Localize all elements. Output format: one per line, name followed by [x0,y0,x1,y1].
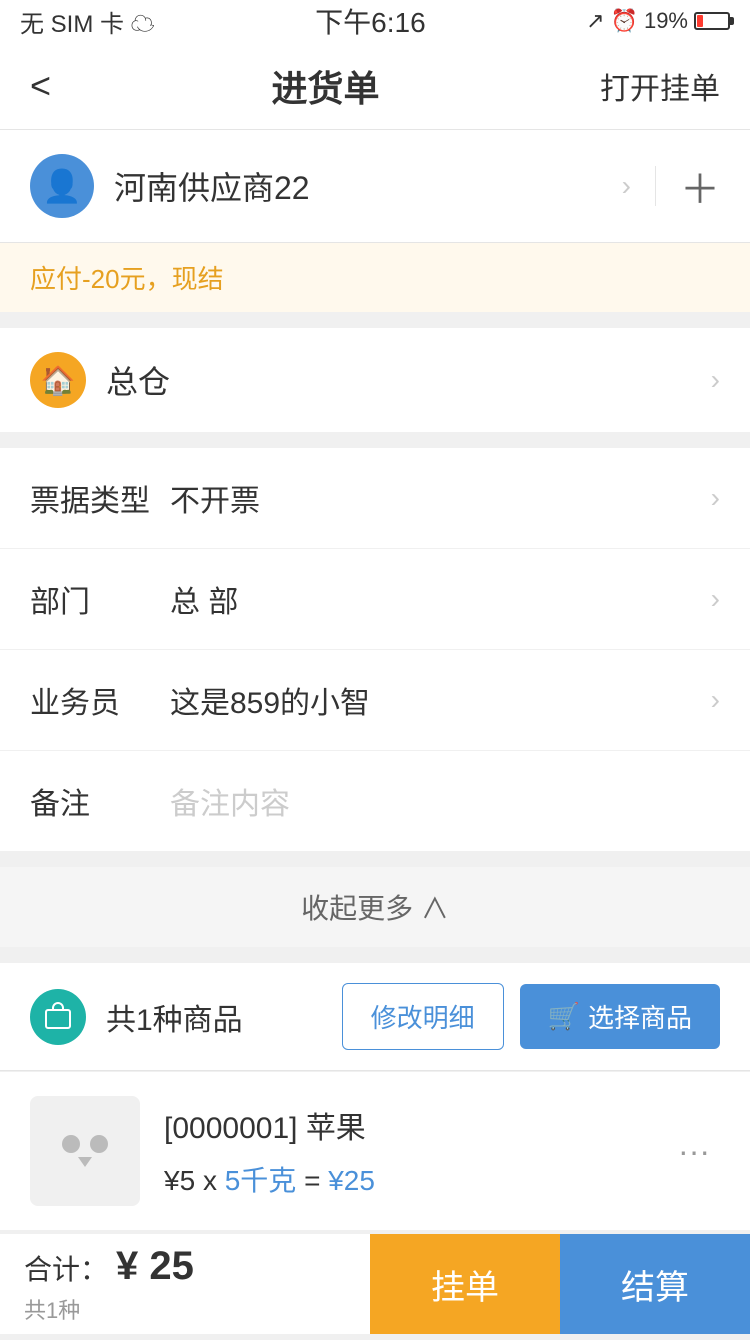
remark-input[interactable]: 备注内容 [170,779,720,823]
department-label: 部门 [30,577,150,621]
checkout-button[interactable]: 结算 [560,1234,750,1334]
product-name: [0000001] 苹果 [164,1103,668,1147]
product-info: [0000001] 苹果 ¥5 x 5千克 = ¥25 [164,1103,668,1199]
warehouse-card[interactable]: 🏠 总仓 › [0,328,750,432]
product-total: ¥25 [328,1165,375,1196]
products-count: 共1种商品 [106,995,342,1039]
owl-eyes [62,1135,108,1153]
product-quantity: 5千克 [225,1165,297,1196]
owl-beak [78,1157,92,1167]
product-thumbnail [30,1096,140,1206]
total-count: 共1种 [24,1293,346,1325]
battery-percentage: 19% [644,8,688,34]
total-amount: ¥ 25 [116,1244,194,1289]
bottom-bar: 合计： ¥ 25 共1种 挂单 结算 [0,1234,750,1334]
salesman-row[interactable]: 业务员 这是859的小智 › [0,650,750,751]
status-bar: 无 SIM 卡 ☁ 下午6:16 ↗ ⏰ 19% [0,0,750,42]
nav-bar: < 进货单 打开挂单 [0,42,750,130]
ticket-type-label: 票据类型 [30,476,150,520]
avatar-icon: 👤 [42,167,82,205]
battery-icon [694,12,730,30]
supplier-avatar: 👤 [30,154,94,218]
price-equals: = [304,1165,328,1196]
product-title: 苹果 [306,1112,366,1145]
page-title: 进货单 [272,60,380,112]
department-row[interactable]: 部门 总 部 › [0,549,750,650]
ticket-type-value: 不开票 [170,476,711,520]
form-section: 票据类型 不开票 › 部门 总 部 › 业务员 这是859的小智 › 备注 备注… [0,448,750,851]
warehouse-chevron-icon: › [711,364,720,396]
supplier-row[interactable]: 👤 河南供应商22 › ＋ [0,130,750,243]
status-right: ↗ ⏰ 19% [586,8,730,34]
salesman-value: 这是859的小智 [170,678,711,722]
owl-eye-left [62,1135,80,1153]
warehouse-icon: 🏠 [30,352,86,408]
department-value: 总 部 [170,577,711,621]
price-unit: ¥5 [164,1165,195,1196]
open-pending-button[interactable]: 打开挂单 [600,64,720,108]
select-product-button[interactable]: 🛒 选择商品 [520,984,720,1049]
supplier-divider [655,166,656,206]
back-button[interactable]: < [30,65,51,107]
product-price: ¥5 x 5千克 = ¥25 [164,1159,668,1199]
cart-icon: 🛒 [548,1001,580,1032]
add-supplier-button[interactable]: ＋ [680,157,720,215]
supplier-name: 河南供应商22 [114,163,622,209]
supplier-chevron-icon: › [622,170,631,202]
ticket-type-row[interactable]: 票据类型 不开票 › [0,448,750,549]
department-chevron-icon: › [711,583,720,615]
warehouse-row[interactable]: 🏠 总仓 › [0,328,750,432]
product-code: [0000001] [164,1112,297,1145]
remark-row[interactable]: 备注 备注内容 [0,751,750,851]
sim-label: 无 SIM 卡 ☁ [20,4,155,39]
main-content: 👤 河南供应商22 › ＋ 应付-20元，现结 🏠 总仓 › 票据类型 不开票 … [0,130,750,1340]
payment-notice: 应付-20元，现结 [0,243,750,312]
alarm-icon: ⏰ [611,8,638,34]
total-main: 合计： ¥ 25 [24,1244,346,1289]
status-left: 无 SIM 卡 ☁ [20,4,155,39]
remark-label: 备注 [30,779,150,823]
collapse-row[interactable]: 收起更多 ∧ [0,867,750,947]
products-icon [30,989,86,1045]
total-label: 合计： [24,1248,108,1288]
supplier-card: 👤 河南供应商22 › ＋ 应付-20元，现结 [0,130,750,312]
owl-eye-right [90,1135,108,1153]
suspend-button[interactable]: 挂单 [370,1234,560,1334]
products-header: 共1种商品 修改明细 🛒 选择商品 [0,963,750,1071]
status-time: 下午6:16 [315,1,426,41]
salesman-label: 业务员 [30,678,150,722]
location-icon: ↗ [586,8,604,34]
bottom-total: 合计： ¥ 25 共1种 [0,1234,370,1334]
owl-logo [62,1135,108,1167]
edit-detail-button[interactable]: 修改明细 [342,983,504,1050]
products-section: 共1种商品 修改明细 🛒 选择商品 [0000001] [0,963,750,1230]
product-more-button[interactable]: ··· [668,1123,720,1180]
ticket-type-chevron-icon: › [711,482,720,514]
warehouse-name: 总仓 [106,357,711,403]
product-item: [0000001] 苹果 ¥5 x 5千克 = ¥25 ··· [0,1072,750,1230]
salesman-chevron-icon: › [711,684,720,716]
price-multiply: x [203,1165,225,1196]
